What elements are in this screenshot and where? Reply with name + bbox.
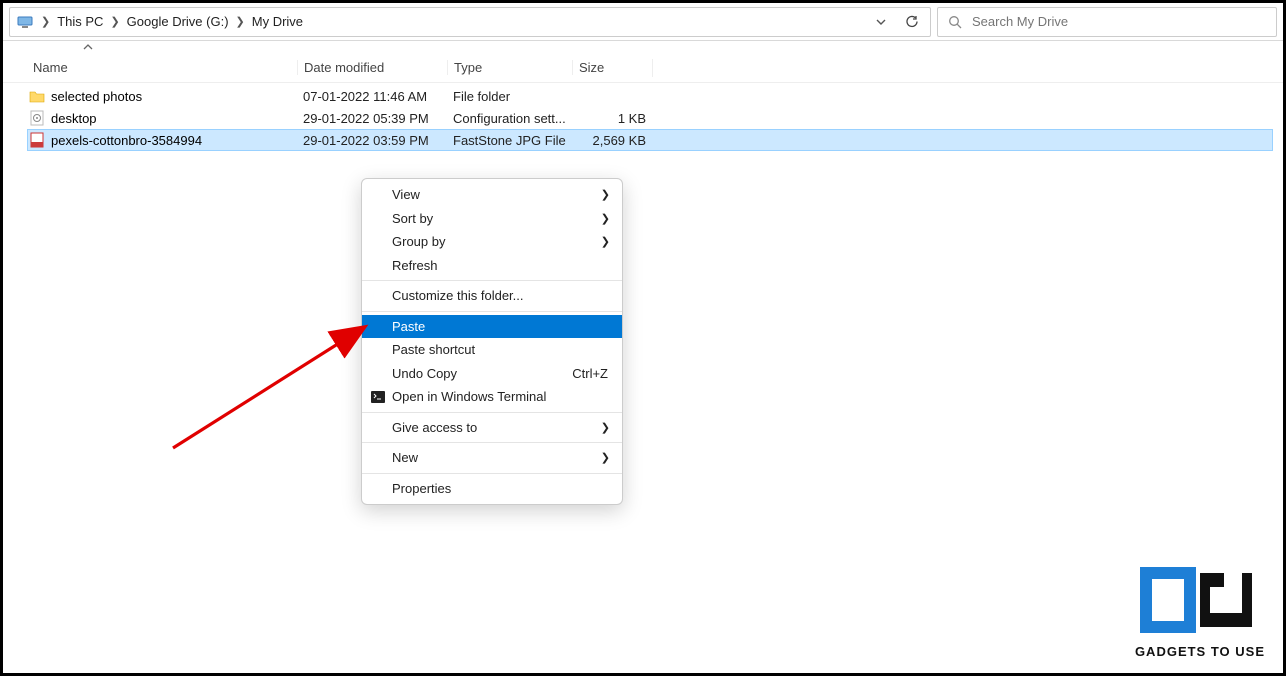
- chevron-right-icon: ❯: [38, 15, 53, 28]
- context-menu-item-open-in-windows-terminal[interactable]: Open in Windows Terminal: [362, 385, 622, 409]
- context-menu-shortcut: Ctrl+Z: [572, 366, 608, 381]
- jpg-icon: [29, 132, 45, 148]
- chevron-up-icon[interactable]: [82, 43, 244, 51]
- chevron-down-icon[interactable]: [875, 16, 887, 28]
- file-name: desktop: [51, 111, 97, 126]
- file-date: 29-01-2022 05:39 PM: [297, 111, 447, 126]
- chevron-right-icon: ❯: [601, 212, 610, 225]
- context-menu: View ❯ Sort by ❯ Group by ❯ Refresh Customize t…: [361, 178, 623, 505]
- context-menu-separator: [362, 311, 622, 312]
- context-menu-label: Customize this folder...: [392, 288, 524, 303]
- file-date: 07-01-2022 11:46 AM: [297, 89, 447, 104]
- column-header-type[interactable]: Type: [447, 60, 572, 75]
- column-header-name[interactable]: Name: [27, 60, 297, 75]
- watermark-text: GADGETS TO USE: [1135, 644, 1265, 659]
- breadcrumb[interactable]: ❯ This PC ❯ Google Drive (G:) ❯ My Drive: [10, 12, 865, 31]
- context-menu-item-undo-copy[interactable]: Undo Copy Ctrl+Z: [362, 362, 622, 386]
- file-size: 2,569 KB: [572, 133, 652, 148]
- context-menu-item-paste-shortcut[interactable]: Paste shortcut: [362, 338, 622, 362]
- context-menu-item-paste[interactable]: Paste: [362, 315, 622, 339]
- file-name: pexels-cottonbro-3584994: [51, 133, 202, 148]
- chevron-right-icon: ❯: [601, 451, 610, 464]
- context-menu-separator: [362, 442, 622, 443]
- column-headers: Name Date modified Type Size: [3, 53, 1283, 83]
- file-row[interactable]: desktop 29-01-2022 05:39 PMConfiguration …: [27, 107, 1273, 129]
- file-type: FastStone JPG File: [447, 133, 572, 148]
- chevron-right-icon: ❯: [601, 421, 610, 434]
- column-header-date[interactable]: Date modified: [297, 60, 447, 75]
- context-menu-item-sort-by[interactable]: Sort by ❯: [362, 207, 622, 231]
- annotation-arrow: [148, 303, 388, 463]
- file-size: 1 KB: [572, 111, 652, 126]
- file-row[interactable]: pexels-cottonbro-3584994 29-01-2022 03:59…: [27, 129, 1273, 151]
- chevron-right-icon: ❯: [107, 15, 122, 28]
- breadcrumb-area: ❯ This PC ❯ Google Drive (G:) ❯ My Drive: [9, 7, 931, 37]
- context-menu-label: Paste: [392, 319, 425, 334]
- breadcrumb-actions: [865, 14, 930, 29]
- context-menu-item-customize-this-folder[interactable]: Customize this folder...: [362, 284, 622, 308]
- context-menu-label: Paste shortcut: [392, 342, 475, 357]
- context-menu-separator: [362, 412, 622, 413]
- chevron-right-icon: ❯: [233, 15, 248, 28]
- file-name: selected photos: [51, 89, 142, 104]
- context-menu-label: Undo Copy: [392, 366, 457, 381]
- terminal-icon: [370, 389, 386, 405]
- context-menu-label: Refresh: [392, 258, 438, 273]
- search-box[interactable]: [937, 7, 1277, 37]
- context-menu-label: Open in Windows Terminal: [392, 389, 546, 404]
- file-list: selected photos 07-01-2022 11:46 AMFile f…: [3, 83, 1283, 151]
- context-menu-label: Group by: [392, 234, 445, 249]
- ini-icon: [29, 110, 45, 126]
- context-menu-item-group-by[interactable]: Group by ❯: [362, 230, 622, 254]
- file-type: Configuration sett...: [447, 111, 572, 126]
- watermark: GADGETS TO USE: [1135, 567, 1265, 659]
- context-menu-separator: [362, 473, 622, 474]
- breadcrumb-item[interactable]: Google Drive (G:): [125, 12, 231, 31]
- chevron-right-icon: ❯: [601, 235, 610, 248]
- context-menu-label: Give access to: [392, 420, 477, 435]
- context-menu-label: Properties: [392, 481, 451, 496]
- folder-icon: [29, 88, 45, 104]
- refresh-icon[interactable]: [905, 14, 920, 29]
- watermark-logo-icon: [1140, 567, 1260, 639]
- address-toolbar: ❯ This PC ❯ Google Drive (G:) ❯ My Drive: [3, 3, 1283, 41]
- location-pc-icon: [16, 13, 34, 31]
- file-row[interactable]: selected photos 07-01-2022 11:46 AMFile f…: [27, 85, 1273, 107]
- breadcrumb-item[interactable]: This PC: [55, 12, 105, 31]
- breadcrumb-item[interactable]: My Drive: [250, 12, 305, 31]
- up-button-area: [3, 41, 1283, 53]
- search-icon: [938, 15, 972, 29]
- context-menu-item-refresh[interactable]: Refresh: [362, 254, 622, 278]
- context-menu-label: View: [392, 187, 420, 202]
- file-date: 29-01-2022 03:59 PM: [297, 133, 447, 148]
- context-menu-item-properties[interactable]: Properties: [362, 477, 622, 501]
- context-menu-label: New: [392, 450, 418, 465]
- context-menu-separator: [362, 280, 622, 281]
- context-menu-item-new[interactable]: New ❯: [362, 446, 622, 470]
- context-menu-label: Sort by: [392, 211, 433, 226]
- chevron-right-icon: ❯: [601, 188, 610, 201]
- search-input[interactable]: [972, 14, 1276, 29]
- file-type: File folder: [447, 89, 572, 104]
- column-end: [652, 59, 653, 77]
- column-header-size[interactable]: Size: [572, 60, 652, 75]
- context-menu-item-view[interactable]: View ❯: [362, 183, 622, 207]
- context-menu-item-give-access-to[interactable]: Give access to ❯: [362, 416, 622, 440]
